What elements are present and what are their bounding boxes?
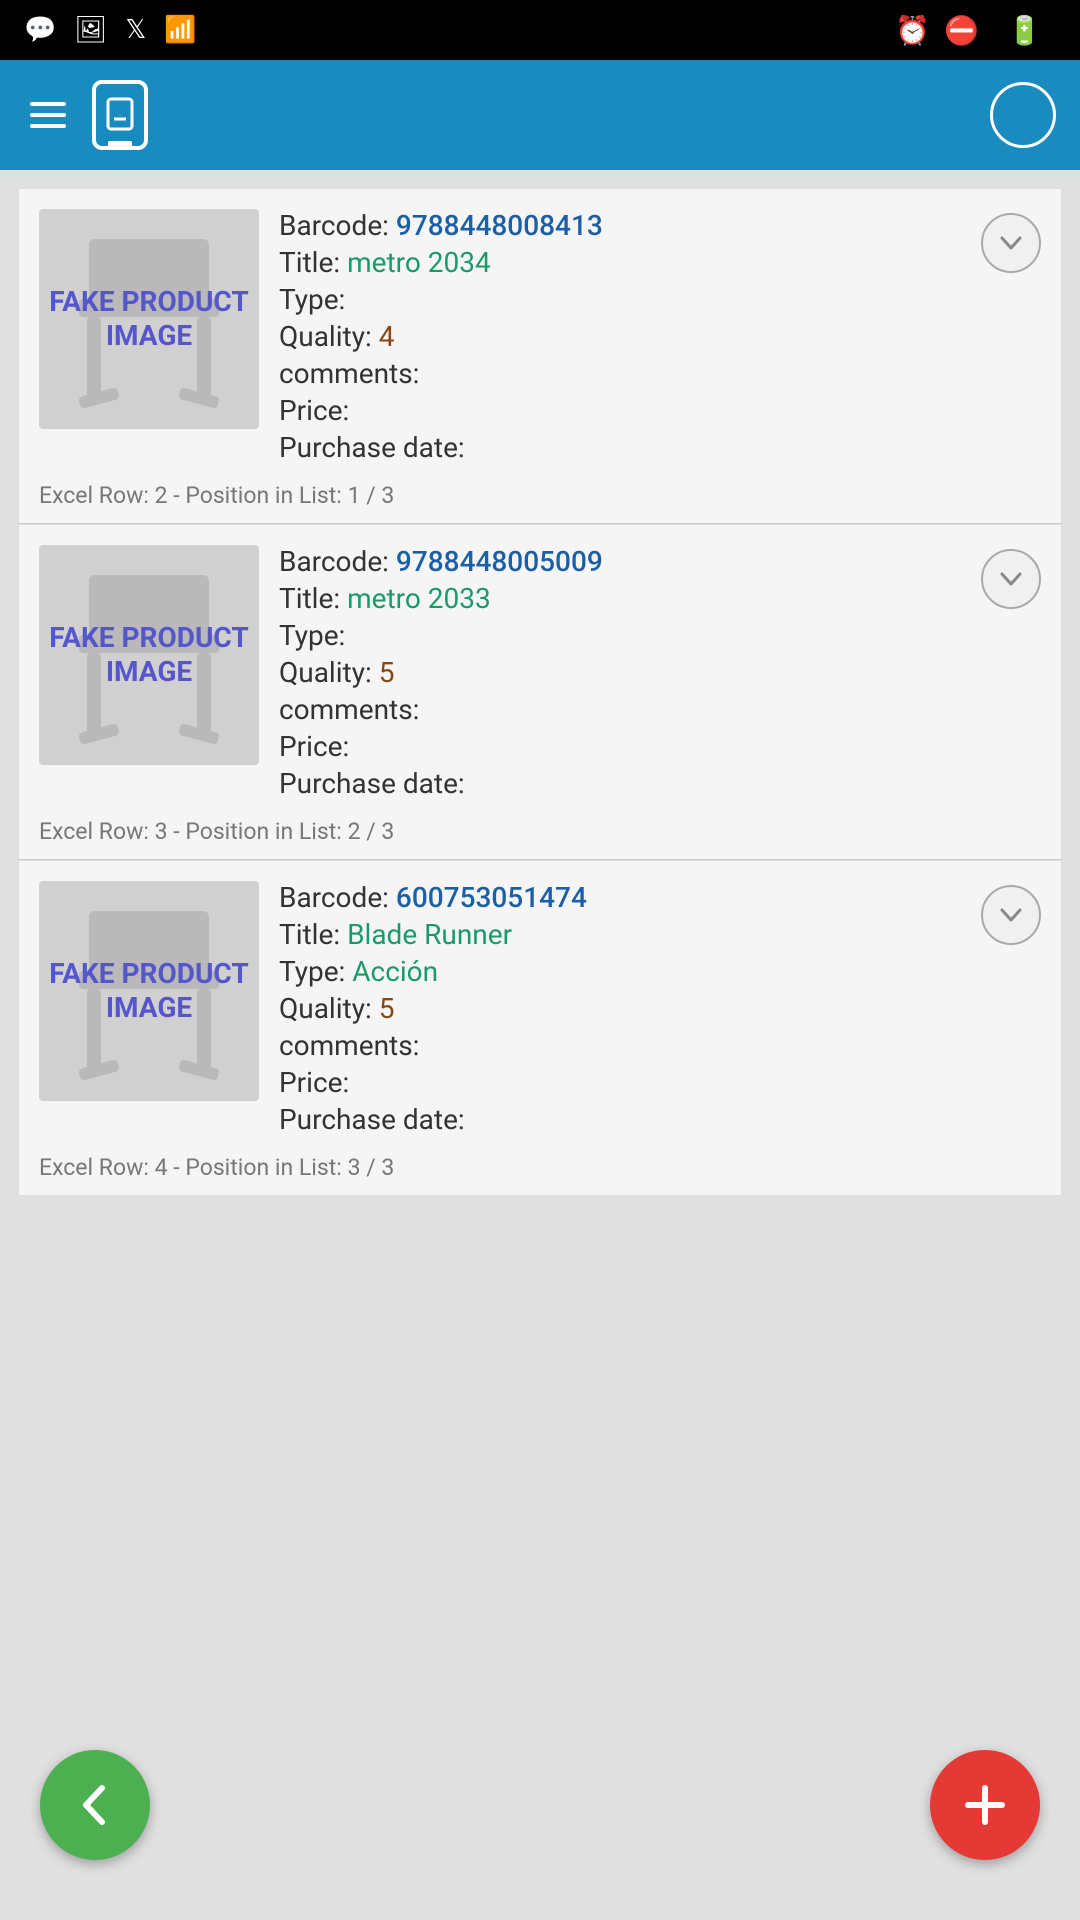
barcode-row: Barcode: 9788448008413	[279, 209, 981, 242]
card-footer: Excel Row: 2 - Position in List: 1 / 3	[19, 476, 1061, 523]
quality-row: Quality: 4	[279, 320, 981, 353]
back-button[interactable]	[40, 1750, 150, 1860]
barcode-label: Barcode:	[279, 209, 396, 242]
product-card: FAKE PRODUCT IMAGE Barcode: 600753051474…	[18, 860, 1062, 1196]
quality-label: Quality:	[279, 656, 379, 689]
barcode-row: Barcode: 9788448005009	[279, 545, 981, 578]
purchasedate-row: Purchase date:	[279, 1103, 981, 1136]
help-button[interactable]	[990, 82, 1056, 148]
product-card-inner: FAKE PRODUCT IMAGE Barcode: 978844800500…	[19, 525, 1061, 812]
title-label: Title:	[279, 918, 347, 951]
purchasedate-label: Purchase date:	[279, 431, 472, 464]
status-bar-right-icons: ⏰ ⛔ 🔋	[895, 14, 1056, 47]
barcode-row: Barcode: 600753051474	[279, 881, 981, 914]
product-info-header: Barcode: 9788448008413 Title: metro 2034…	[279, 209, 1041, 464]
title-value: metro 2034	[347, 246, 491, 279]
barcode-label: Barcode:	[279, 545, 396, 578]
quality-value: 4	[379, 320, 395, 353]
product-card: FAKE PRODUCT IMAGE Barcode: 978844800841…	[18, 188, 1062, 524]
product-info-header: Barcode: 600753051474 Title: Blade Runne…	[279, 881, 1041, 1136]
purchasedate-row: Purchase date:	[279, 767, 981, 800]
product-image: FAKE PRODUCT IMAGE	[39, 881, 259, 1101]
barcode-value: 600753051474	[396, 881, 587, 914]
title-row: Title: metro 2033	[279, 582, 981, 615]
fake-image-label: FAKE PRODUCT IMAGE	[39, 285, 259, 352]
title-label: Title:	[279, 246, 347, 279]
quality-value: 5	[379, 992, 395, 1025]
quality-value: 5	[379, 656, 395, 689]
purchasedate-label: Purchase date:	[279, 1103, 472, 1136]
type-row: Type:	[279, 283, 981, 316]
title-row: Title: Blade Runner	[279, 918, 981, 951]
signal-icon: 📶	[164, 15, 196, 45]
purchasedate-label: Purchase date:	[279, 767, 472, 800]
product-info-main: Barcode: 600753051474 Title: Blade Runne…	[279, 881, 981, 1136]
quality-label: Quality:	[279, 320, 379, 353]
product-list: FAKE PRODUCT IMAGE Barcode: 978844800841…	[0, 170, 1080, 1356]
price-row: Price:	[279, 730, 981, 763]
price-label: Price:	[279, 1066, 356, 1099]
status-bar-left-icons: 💬 🖼 𝕏 📶	[24, 15, 197, 45]
title-label: Title:	[279, 582, 347, 615]
type-row: Type: Acción	[279, 955, 981, 988]
comments-label: comments:	[279, 357, 426, 390]
barcode-label: Barcode:	[279, 881, 396, 914]
expand-button[interactable]	[981, 885, 1041, 945]
add-button[interactable]	[930, 1750, 1040, 1860]
price-row: Price:	[279, 394, 981, 427]
app-bar	[0, 60, 1080, 170]
product-card-inner: FAKE PRODUCT IMAGE Barcode: 978844800841…	[19, 189, 1061, 476]
barcode-value: 9788448008413	[396, 209, 603, 242]
product-image: FAKE PRODUCT IMAGE	[39, 545, 259, 765]
type-label: Type:	[279, 955, 352, 988]
alarm-icon: ⏰	[895, 14, 930, 47]
card-footer: Excel Row: 3 - Position in List: 2 / 3	[19, 812, 1061, 859]
status-bar: 💬 🖼 𝕏 📶 ⏰ ⛔ 🔋	[0, 0, 1080, 60]
product-image: FAKE PRODUCT IMAGE	[39, 209, 259, 429]
title-value: Blade Runner	[347, 918, 512, 951]
type-label: Type:	[279, 619, 352, 652]
barcode-value: 9788448005009	[396, 545, 603, 578]
fake-image-label: FAKE PRODUCT IMAGE	[39, 957, 259, 1024]
expand-button[interactable]	[981, 213, 1041, 273]
app-icon	[92, 80, 148, 150]
card-footer: Excel Row: 4 - Position in List: 3 / 3	[19, 1148, 1061, 1195]
quality-row: Quality: 5	[279, 992, 981, 1025]
menu-button[interactable]	[24, 96, 72, 134]
whatsapp-icon: 💬	[24, 15, 56, 45]
purchasedate-row: Purchase date:	[279, 431, 981, 464]
product-card-inner: FAKE PRODUCT IMAGE Barcode: 600753051474…	[19, 861, 1061, 1148]
type-value: Acción	[352, 955, 438, 988]
no-disturb-icon: ⛔	[944, 14, 979, 47]
product-info-header: Barcode: 9788448005009 Title: metro 2033…	[279, 545, 1041, 800]
price-label: Price:	[279, 394, 356, 427]
title-value: metro 2033	[347, 582, 491, 615]
expand-button[interactable]	[981, 549, 1041, 609]
product-card: FAKE PRODUCT IMAGE Barcode: 978844800500…	[18, 524, 1062, 860]
comments-row: comments:	[279, 1029, 981, 1062]
comments-row: comments:	[279, 693, 981, 726]
quality-label: Quality:	[279, 992, 379, 1025]
quality-row: Quality: 5	[279, 656, 981, 689]
comments-label: comments:	[279, 1029, 426, 1062]
type-label: Type:	[279, 283, 352, 316]
price-row: Price:	[279, 1066, 981, 1099]
product-info-main: Barcode: 9788448008413 Title: metro 2034…	[279, 209, 981, 464]
price-label: Price:	[279, 730, 356, 763]
comments-row: comments:	[279, 357, 981, 390]
product-info-main: Barcode: 9788448005009 Title: metro 2033…	[279, 545, 981, 800]
battery-icon: 🔋	[1007, 14, 1042, 47]
twitter-icon: 𝕏	[125, 15, 146, 45]
title-row: Title: metro 2034	[279, 246, 981, 279]
fake-image-label: FAKE PRODUCT IMAGE	[39, 621, 259, 688]
comments-label: comments:	[279, 693, 426, 726]
image-icon: 🖼	[74, 15, 107, 45]
type-row: Type:	[279, 619, 981, 652]
